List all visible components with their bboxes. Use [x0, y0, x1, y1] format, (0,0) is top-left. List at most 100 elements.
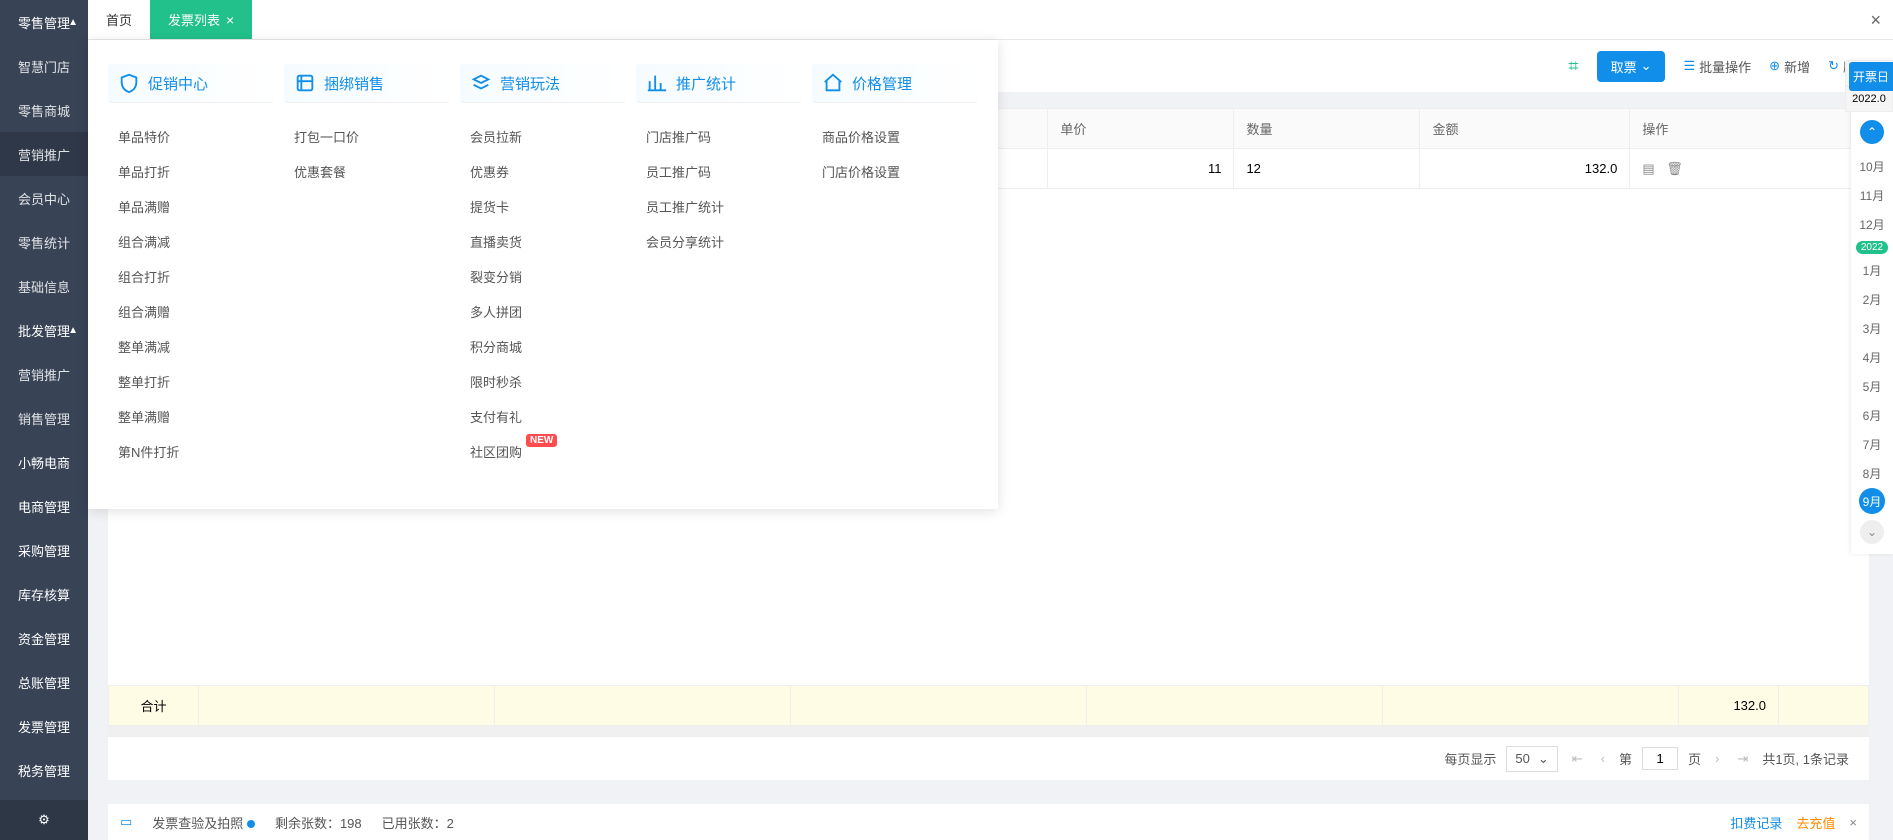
mega-link[interactable]: 打包一口价 [284, 119, 450, 154]
mega-link[interactable]: 员工推广统计 [636, 189, 802, 224]
pager: 每页显示 50⌄ ⇤ ‹ 第 页 › ⇥ 共1页, 1条记录 [108, 736, 1869, 780]
th-qty[interactable]: 数量 [1234, 109, 1420, 149]
tab-invoice-list[interactable]: 发票列表× [150, 0, 252, 39]
timeline-month[interactable]: 4月 [1863, 343, 1882, 372]
timeline-month[interactable]: 1月 [1863, 256, 1882, 285]
invoice-check-link[interactable]: 发票查验及拍照 [152, 813, 255, 832]
horizontal-scrollbar[interactable] [108, 726, 1869, 736]
status-close-icon[interactable]: × [1849, 815, 1857, 830]
timeline-month[interactable]: 6月 [1863, 401, 1882, 430]
timeline-down-icon[interactable]: ⌄ [1860, 520, 1884, 544]
sidebar-item-basic-info[interactable]: 基础信息 [0, 264, 88, 308]
mega-link[interactable]: 优惠套餐 [284, 154, 450, 189]
mega-link[interactable]: 单品打折 [108, 154, 274, 189]
mega-link[interactable]: 门店推广码 [636, 119, 802, 154]
per-page-select[interactable]: 50⌄ [1506, 746, 1557, 772]
mega-link[interactable]: 社区团购NEW [460, 434, 626, 469]
sidebar-item-mall[interactable]: 零售商城 [0, 88, 88, 132]
timeline-month[interactable]: 2月 [1863, 285, 1882, 314]
timeline-month[interactable]: 11月 [1860, 181, 1884, 210]
pager-first[interactable]: ⇤ [1568, 751, 1587, 767]
fetch-ticket-button[interactable]: 取票 ⌄ [1597, 51, 1666, 82]
mega-link[interactable]: 整单满减 [108, 329, 274, 364]
mega-link[interactable]: 提货卡 [460, 189, 626, 224]
page-input[interactable] [1642, 747, 1678, 770]
timeline-month[interactable]: 10月 [1859, 152, 1884, 181]
batch-icon [1683, 58, 1695, 74]
sidebar-item-fund[interactable]: 资金管理 [0, 616, 88, 660]
close-all-tabs[interactable]: × [1870, 10, 1881, 31]
mega-link[interactable]: 组合满减 [108, 224, 274, 259]
sidebar-item-marketing[interactable]: 营销推广 [0, 132, 88, 176]
th-amount[interactable]: 金额 [1420, 109, 1630, 149]
total-row: 合计 132.0 [109, 686, 1869, 726]
th-price[interactable]: 单价 [1048, 109, 1234, 149]
recharge-link[interactable]: 去充值 [1796, 813, 1835, 832]
tab-close-icon[interactable]: × [226, 12, 234, 28]
mega-link[interactable]: 员工推广码 [636, 154, 802, 189]
timeline-month[interactable]: 12月 [1859, 210, 1884, 239]
mega-link[interactable]: 限时秒杀 [460, 364, 626, 399]
qr-icon[interactable]: ⌗ [1568, 56, 1578, 77]
mega-link[interactable]: 组合满赠 [108, 294, 274, 329]
sidebar-item-store[interactable]: 智慧门店 [0, 44, 88, 88]
mega-header-promo: 促销中心 [108, 64, 274, 103]
status-bar: ▭ 发票查验及拍照 剩余张数：198 已用张数：2 扣费记录 去充值 × [108, 804, 1869, 840]
mega-link[interactable]: 积分商城 [460, 329, 626, 364]
mega-link[interactable]: 会员分享统计 [636, 224, 802, 259]
sidebar-item-inventory[interactable]: 库存核算 [0, 572, 88, 616]
deduct-link[interactable]: 扣费记录 [1730, 813, 1782, 832]
mega-link[interactable]: 整单打折 [108, 364, 274, 399]
mega-link[interactable]: 裂变分销 [460, 259, 626, 294]
mega-link[interactable]: 单品特价 [108, 119, 274, 154]
delete-icon[interactable]: 🗑 [1666, 161, 1683, 176]
sidebar-item-ecom2[interactable]: 电商管理 [0, 484, 88, 528]
pager-last[interactable]: ⇥ [1733, 751, 1752, 767]
sidebar-item-ledger[interactable]: 总账管理 [0, 660, 88, 704]
timeline-up-icon[interactable]: ⌃ [1860, 120, 1884, 144]
mega-link[interactable]: 支付有礼 [460, 399, 626, 434]
pager-next[interactable]: › [1711, 751, 1723, 766]
timeline-month[interactable]: 8月 [1863, 459, 1882, 488]
sidebar-item-ecom1[interactable]: 小畅电商 [0, 440, 88, 484]
sidebar-item-member[interactable]: 会员中心 [0, 176, 88, 220]
mega-link[interactable]: 优惠券 [460, 154, 626, 189]
sidebar-item-ws-sales[interactable]: 销售管理 [0, 396, 88, 440]
mega-link[interactable]: 单品满赠 [108, 189, 274, 224]
dot-icon [247, 820, 255, 828]
pager-summary: 共1页, 1条记录 [1762, 749, 1849, 768]
mega-link[interactable]: 第N件打折 [108, 434, 274, 469]
batch-button[interactable]: 批量操作 [1683, 57, 1751, 76]
per-page-label: 每页显示 [1444, 749, 1496, 768]
pager-prev[interactable]: ‹ [1597, 751, 1609, 766]
sidebar-item-retail-stats[interactable]: 零售统计 [0, 220, 88, 264]
timeline-month[interactable]: 5月 [1863, 372, 1882, 401]
sidebar-item-tax[interactable]: 税务管理 [0, 748, 88, 792]
mega-link[interactable]: 门店价格设置 [812, 154, 978, 189]
edit-icon[interactable]: ▤ [1642, 161, 1654, 176]
receipt-icon: ▭ [120, 814, 132, 830]
mega-link[interactable]: 组合打折 [108, 259, 274, 294]
cell-amount: 132.0 [1420, 149, 1630, 189]
sidebar-item-ws-marketing[interactable]: 营销推广 [0, 352, 88, 396]
add-button[interactable]: 新增 [1769, 57, 1810, 76]
sidebar-group-wholesale[interactable]: 批发管理▲ [0, 308, 88, 352]
timeline-month[interactable]: 7月 [1863, 430, 1882, 459]
total-amount: 132.0 [1679, 686, 1779, 726]
sidebar-settings[interactable]: ⚙ [0, 800, 88, 840]
timeline-month-active[interactable]: 9月 [1859, 488, 1885, 514]
sidebar-item-invoice[interactable]: 发票管理 [0, 704, 88, 748]
tab-home[interactable]: 首页 [88, 0, 150, 39]
mega-link[interactable]: 整单满赠 [108, 399, 274, 434]
mega-link[interactable]: 直播卖货 [460, 224, 626, 259]
mega-link[interactable]: 会员拉新 [460, 119, 626, 154]
marketing-mega-menu: 促销中心 单品特价 单品打折 单品满赠 组合满减 组合打折 组合满赠 整单满减 … [88, 40, 998, 509]
mega-link[interactable]: 商品价格设置 [812, 119, 978, 154]
invoice-date-toggle[interactable]: 开票日 [1849, 62, 1893, 91]
page-suffix: 页 [1688, 749, 1701, 768]
mega-header-play: 营销玩法 [460, 64, 626, 103]
timeline-month[interactable]: 3月 [1863, 314, 1882, 343]
sidebar-group-retail[interactable]: 零售管理▲ [0, 0, 88, 44]
sidebar-item-purchase[interactable]: 采购管理 [0, 528, 88, 572]
mega-link[interactable]: 多人拼团 [460, 294, 626, 329]
